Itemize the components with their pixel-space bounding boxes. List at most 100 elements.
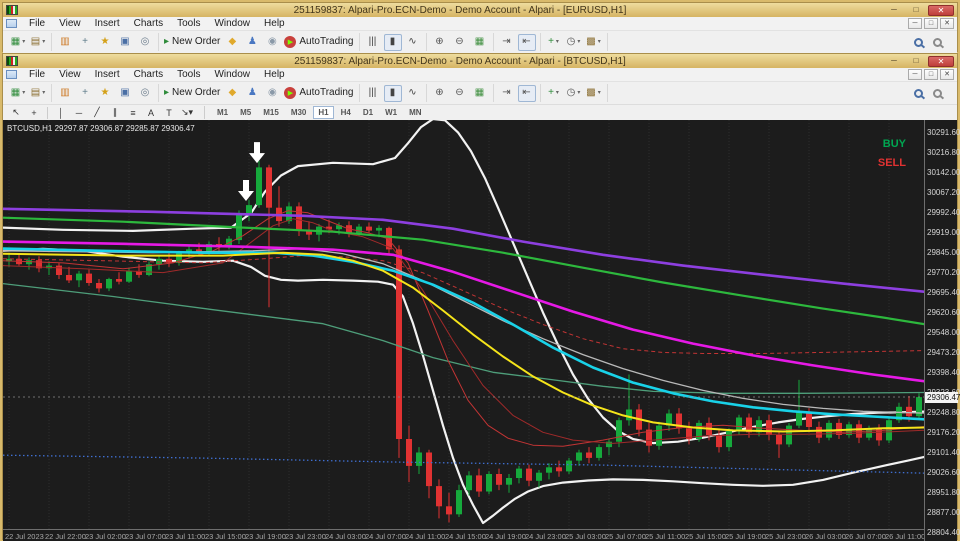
maximize-button[interactable]: □: [906, 56, 926, 67]
titlebar-eurusd[interactable]: 251159837: Alpari-Pro.ECN-Demo - Demo Ac…: [3, 3, 957, 17]
profiles-button[interactable]: ▤ ▾: [29, 85, 47, 102]
tf-m15[interactable]: M15: [258, 106, 284, 120]
maximize-button[interactable]: □: [906, 5, 926, 16]
auto-scroll-button[interactable]: ⇥: [498, 85, 516, 102]
menu-tools[interactable]: Tools: [170, 68, 207, 81]
market-watch-button[interactable]: ▥: [56, 34, 74, 51]
tf-w1[interactable]: W1: [380, 106, 402, 120]
tf-m30[interactable]: M30: [286, 106, 312, 120]
titlebar-btcusd[interactable]: 251159837: Alpari-Pro.ECN-Demo - Demo Ac…: [3, 54, 957, 68]
indicators-button[interactable]: + ▾: [545, 34, 563, 51]
candles-chart-button[interactable]: ▮: [383, 33, 402, 51]
templates-button[interactable]: ▩ ▾: [585, 85, 603, 102]
autotrading-button[interactable]: ▶ AutoTrading: [283, 85, 354, 102]
window-btcusd[interactable]: 251159837: Alpari-Pro.ECN-Demo - Demo Ac…: [2, 53, 960, 541]
new-order-button[interactable]: ▸ New Order: [163, 85, 221, 102]
tile-windows-button[interactable]: ▦: [471, 34, 489, 51]
menubar-minimize-button[interactable]: ─: [908, 69, 922, 80]
data-window-button[interactable]: +: [76, 85, 94, 102]
text-tool[interactable]: A: [143, 106, 159, 120]
templates-button[interactable]: ▩ ▾: [585, 34, 603, 51]
cursor-tool[interactable]: ↖: [8, 106, 24, 120]
menu-help[interactable]: Help: [257, 17, 292, 30]
news-button[interactable]: ◉: [263, 34, 281, 51]
menu-window[interactable]: Window: [207, 68, 257, 81]
menu-window[interactable]: Window: [207, 17, 257, 30]
experts-button[interactable]: ♟: [243, 85, 261, 102]
chart-shift-button[interactable]: ⇤: [517, 33, 536, 51]
time-axis[interactable]: 22 Jul 2023 22 Jul 22:00 23 Jul 02:00 23 Ju…: [3, 529, 924, 541]
menu-file[interactable]: File: [22, 17, 52, 30]
auto-scroll-button[interactable]: ⇥: [498, 34, 516, 51]
mql5-button[interactable]: ◆: [223, 85, 241, 102]
minimize-button[interactable]: ─: [884, 5, 904, 16]
search-magnifier-icon[interactable]: [914, 37, 923, 47]
vertical-line-tool[interactable]: │: [53, 106, 69, 120]
arrows-tool[interactable]: ↘ ▾: [179, 106, 195, 120]
tf-d1[interactable]: D1: [358, 106, 378, 120]
tf-h4[interactable]: H4: [336, 106, 356, 120]
market-watch-button[interactable]: ▥: [56, 85, 74, 102]
periods-button[interactable]: ◷ ▾: [565, 85, 583, 102]
tf-mn[interactable]: MN: [404, 106, 426, 120]
tile-windows-button[interactable]: ▦: [471, 85, 489, 102]
menu-insert[interactable]: Insert: [88, 17, 127, 30]
terminal-button[interactable]: ▣: [116, 85, 134, 102]
menubar-restore-button[interactable]: □: [924, 69, 938, 80]
chart-shift-button[interactable]: ⇤: [517, 84, 536, 102]
bars-chart-button[interactable]: |||: [364, 34, 382, 51]
indicators-button[interactable]: + ▾: [545, 85, 563, 102]
mql5-button[interactable]: ◆: [223, 34, 241, 51]
menubar-minimize-button[interactable]: ─: [908, 18, 922, 29]
navigator-button[interactable]: ★: [96, 34, 114, 51]
menu-charts[interactable]: Charts: [127, 17, 170, 30]
menu-charts[interactable]: Charts: [127, 68, 170, 81]
zoom-out-button[interactable]: ⊖: [451, 85, 469, 102]
zoom-out-button[interactable]: ⊖: [451, 34, 469, 51]
line-chart-button[interactable]: ∿: [404, 85, 422, 102]
new-order-button[interactable]: ▸ New Order: [163, 34, 221, 51]
periods-button[interactable]: ◷ ▾: [565, 34, 583, 51]
candles-chart-button[interactable]: ▮: [383, 84, 402, 102]
profiles-button[interactable]: ▤ ▾: [29, 34, 47, 51]
minimize-button[interactable]: ─: [884, 56, 904, 67]
menubar-close-button[interactable]: ✕: [940, 69, 954, 80]
search-magnifier-icon[interactable]: [914, 88, 923, 98]
tf-m5[interactable]: M5: [235, 106, 256, 120]
new-chart-button[interactable]: ▦ ▾: [9, 85, 27, 102]
tf-h1[interactable]: H1: [313, 105, 334, 120]
menubar-close-button[interactable]: ✕: [940, 18, 954, 29]
fibonacci-tool[interactable]: ≡: [125, 106, 141, 120]
label-tool[interactable]: T: [161, 106, 177, 120]
close-button[interactable]: ✕: [928, 55, 954, 67]
chart-plot-area[interactable]: BTCUSD,H1 29297.87 29306.87 29285.87 293…: [2, 117, 927, 529]
autotrading-button[interactable]: ▶ AutoTrading: [283, 34, 354, 51]
zoom-in-button[interactable]: ⊕: [431, 34, 449, 51]
menu-tools[interactable]: Tools: [170, 17, 207, 30]
menu-view[interactable]: View: [52, 17, 88, 30]
window-eurusd[interactable]: 251159837: Alpari-Pro.ECN-Demo - Demo Ac…: [2, 2, 958, 53]
line-chart-button[interactable]: ∿: [404, 34, 422, 51]
symbol-search-icon[interactable]: [933, 88, 942, 98]
trendline-tool[interactable]: ╱: [89, 106, 105, 120]
menubar-restore-button[interactable]: □: [924, 18, 938, 29]
horizontal-line-tool[interactable]: ─: [71, 106, 87, 120]
menu-help[interactable]: Help: [257, 68, 292, 81]
tf-m1[interactable]: M1: [212, 106, 233, 120]
terminal-button[interactable]: ▣: [116, 34, 134, 51]
price-axis[interactable]: 29306.47 30291.60 30216.80 30142.00 30067.2…: [924, 120, 960, 541]
menu-file[interactable]: File: [22, 68, 52, 81]
strategy-tester-button[interactable]: ◎: [136, 34, 154, 51]
channel-tool[interactable]: ∥: [107, 106, 123, 120]
bars-chart-button[interactable]: |||: [364, 85, 382, 102]
experts-button[interactable]: ♟: [243, 34, 261, 51]
crosshair-tool[interactable]: +: [26, 106, 42, 120]
menu-insert[interactable]: Insert: [88, 68, 127, 81]
data-window-button[interactable]: +: [76, 34, 94, 51]
menu-view[interactable]: View: [52, 68, 88, 81]
zoom-in-button[interactable]: ⊕: [431, 85, 449, 102]
symbol-search-icon[interactable]: [933, 37, 942, 47]
new-chart-button[interactable]: ▦ ▾: [9, 34, 27, 51]
close-button[interactable]: ✕: [928, 4, 954, 16]
news-button[interactable]: ◉: [263, 85, 281, 102]
